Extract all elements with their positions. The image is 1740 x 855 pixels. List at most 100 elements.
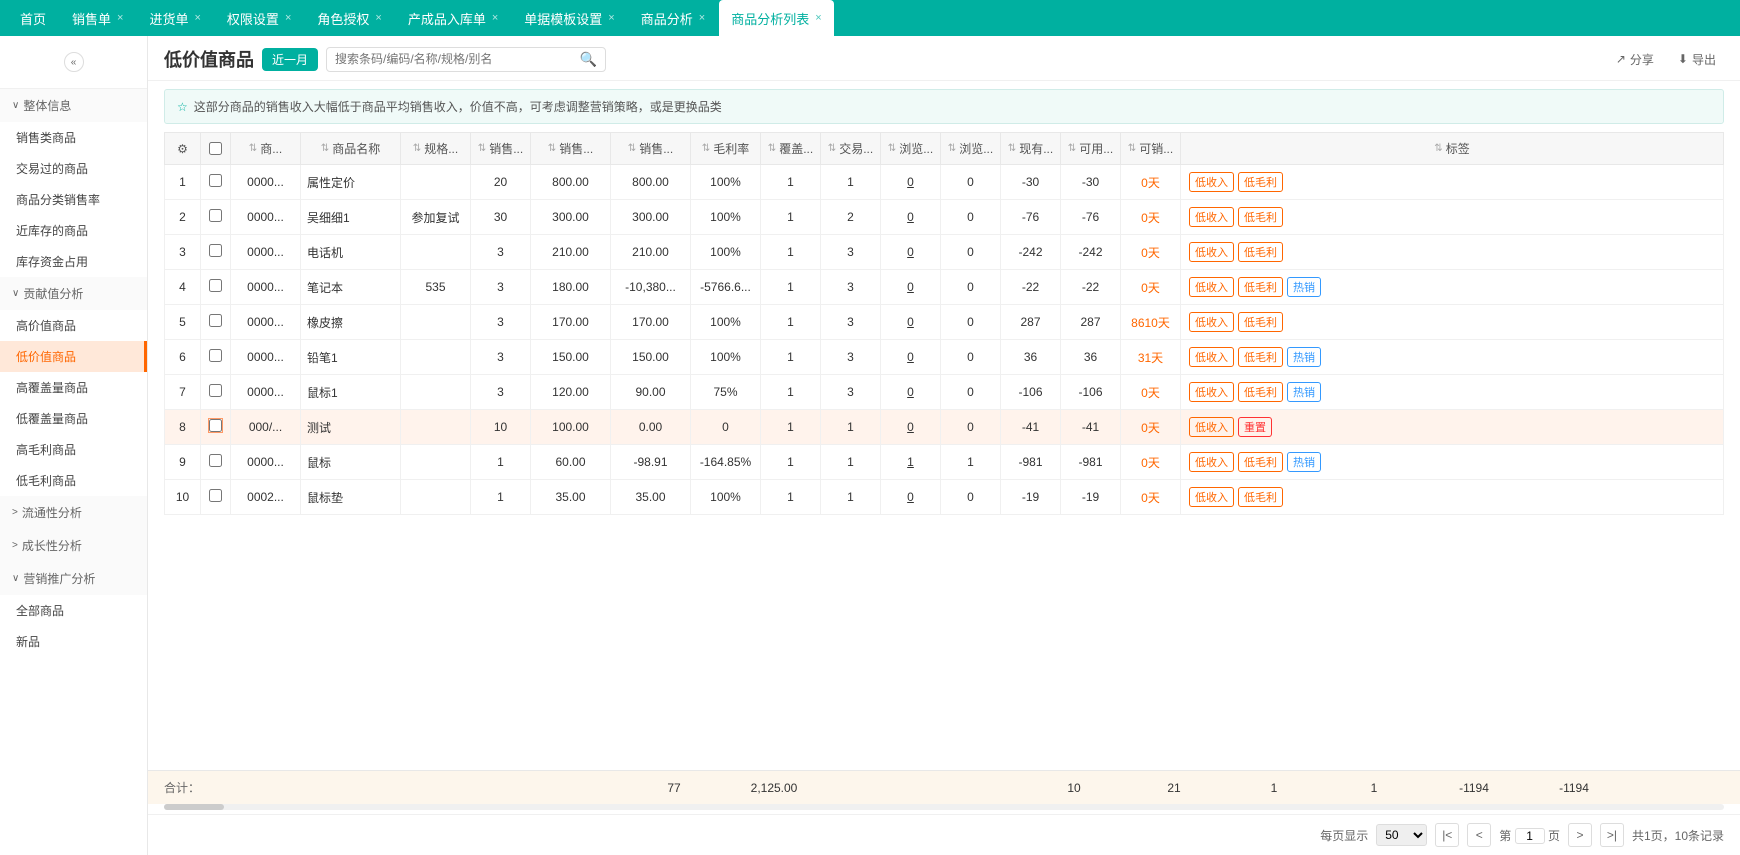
row-select-checkbox[interactable] [209,419,222,432]
nav-home[interactable]: 首页 [8,0,58,36]
sidebar-item-traded-products[interactable]: 交易过的商品 [0,153,147,184]
sidebar-item-stock-funds[interactable]: 库存资金占用 [0,246,147,277]
row-stock1: 287 [1001,305,1061,340]
col-browse1-header: ⇅浏览... [881,133,941,165]
select-all-checkbox[interactable] [209,142,222,155]
sidebar-item-category-sales-rate[interactable]: 商品分类销售率 [0,184,147,215]
row-checkbox[interactable] [201,235,231,270]
row-s2: 170.00 [531,305,611,340]
sidebar-section-liquidity[interactable]: > 流通性分析 [0,496,147,529]
sidebar-item-high-margin[interactable]: 高毛利商品 [0,434,147,465]
sidebar-section-growth[interactable]: > 成长性分析 [0,529,147,562]
close-icon[interactable]: × [608,12,614,24]
row-checkbox[interactable] [201,340,231,375]
sidebar-section-marketing[interactable]: ∨ 营销推广分析 [0,562,147,595]
row-select-checkbox[interactable] [209,209,222,222]
row-browse1[interactable]: 0 [881,410,941,445]
last-page-btn[interactable]: >| [1600,823,1624,847]
product-tag: 低收入 [1189,172,1234,192]
sidebar-item-low-coverage[interactable]: 低覆盖量商品 [0,403,147,434]
export-button[interactable]: ⬇ 导出 [1670,48,1724,71]
first-page-btn[interactable]: |< [1435,823,1459,847]
close-icon[interactable]: × [492,12,498,24]
horizontal-scrollbar[interactable] [164,804,1724,810]
sort-icon: ⇅ [1008,143,1016,154]
nav-item-1[interactable]: 进货单 × [137,0,212,36]
page-size-select[interactable]: 50 100 200 [1376,824,1427,846]
nav-item-0[interactable]: 销售单 × [60,0,135,36]
close-icon[interactable]: × [117,12,123,24]
row-code: 000/... [231,410,301,445]
sidebar-item-low-margin[interactable]: 低毛利商品 [0,465,147,496]
row-rate: 100% [691,200,761,235]
col-s1-header: ⇅销售... [471,133,531,165]
row-browse1[interactable]: 1 [881,445,941,480]
nav-item-3[interactable]: 角色授权 × [305,0,393,36]
row-checkbox[interactable] [201,410,231,445]
col-stock2-header: ⇅可用... [1061,133,1121,165]
table-row: 6 0000... 铅笔1 3 150.00 150.00 100% 1 3 0… [165,340,1724,375]
row-stock2: -22 [1061,270,1121,305]
row-checkbox[interactable] [201,480,231,515]
row-checkbox[interactable] [201,445,231,480]
close-icon[interactable]: × [375,12,381,24]
row-select-checkbox[interactable] [209,244,222,257]
row-checkbox[interactable] [201,165,231,200]
row-s3: 90.00 [611,375,691,410]
row-browse1[interactable]: 0 [881,305,941,340]
sidebar-item-near-stock[interactable]: 近库存的商品 [0,215,147,246]
total-spacer5 [1624,781,1724,795]
sort-icon: ⇅ [249,143,257,154]
row-checkbox[interactable] [201,375,231,410]
sidebar-section-general[interactable]: ∨ 整体信息 [0,89,147,122]
row-select-checkbox[interactable] [209,279,222,292]
row-checkbox[interactable] [201,305,231,340]
row-select-checkbox[interactable] [209,384,222,397]
sidebar-item-new-products[interactable]: 新品 [0,626,147,657]
sidebar-item-all-products[interactable]: 全部商品 [0,595,147,626]
close-icon[interactable]: × [699,12,705,24]
page-number-input[interactable] [1515,828,1545,844]
row-stock1: 36 [1001,340,1061,375]
nav-item-2[interactable]: 权限设置 × [215,0,303,36]
next-page-btn[interactable]: > [1568,823,1592,847]
col-settings[interactable]: ⚙ [165,133,201,165]
close-icon[interactable]: × [815,12,821,24]
row-browse1[interactable]: 0 [881,235,941,270]
sidebar-section-contribution[interactable]: ∨ 贡献值分析 [0,277,147,310]
row-checkbox[interactable] [201,270,231,305]
page-label: 第 页 [1499,827,1560,844]
search-input[interactable] [335,52,576,66]
row-checkbox[interactable] [201,200,231,235]
row-browse1[interactable]: 0 [881,165,941,200]
search-icon[interactable]: 🔍 [580,51,597,68]
nav-item-4[interactable]: 产成品入库单 × [396,0,510,36]
row-browse1[interactable]: 0 [881,375,941,410]
nav-item-5[interactable]: 单据模板设置 × [512,0,626,36]
prev-page-btn[interactable]: < [1467,823,1491,847]
sidebar-item-sales-products[interactable]: 销售类商品 [0,122,147,153]
row-select-checkbox[interactable] [209,314,222,327]
close-icon[interactable]: × [285,12,291,24]
close-icon[interactable]: × [194,12,200,24]
sidebar-item-low-value[interactable]: 低价值商品 [0,341,147,372]
row-browse1[interactable]: 0 [881,200,941,235]
row-select-checkbox[interactable] [209,349,222,362]
nav-item-7[interactable]: 商品分析列表 × [719,0,833,36]
row-s3: 35.00 [611,480,691,515]
col-checkbox[interactable] [201,133,231,165]
row-select-checkbox[interactable] [209,454,222,467]
scrollbar-thumb[interactable] [164,804,224,810]
table-row: 7 0000... 鼠标1 3 120.00 90.00 75% 1 3 0 0… [165,375,1724,410]
row-browse1[interactable]: 0 [881,340,941,375]
share-button[interactable]: ↗ 分享 [1608,48,1662,71]
sidebar-item-high-value[interactable]: 高价值商品 [0,310,147,341]
row-select-checkbox[interactable] [209,489,222,502]
period-button[interactable]: 近一月 [262,48,318,71]
nav-item-6[interactable]: 商品分析 × [629,0,717,36]
row-select-checkbox[interactable] [209,174,222,187]
row-browse1[interactable]: 0 [881,480,941,515]
sidebar-item-high-coverage[interactable]: 高覆盖量商品 [0,372,147,403]
row-browse1[interactable]: 0 [881,270,941,305]
sidebar-collapse-btn[interactable]: « [64,52,84,72]
